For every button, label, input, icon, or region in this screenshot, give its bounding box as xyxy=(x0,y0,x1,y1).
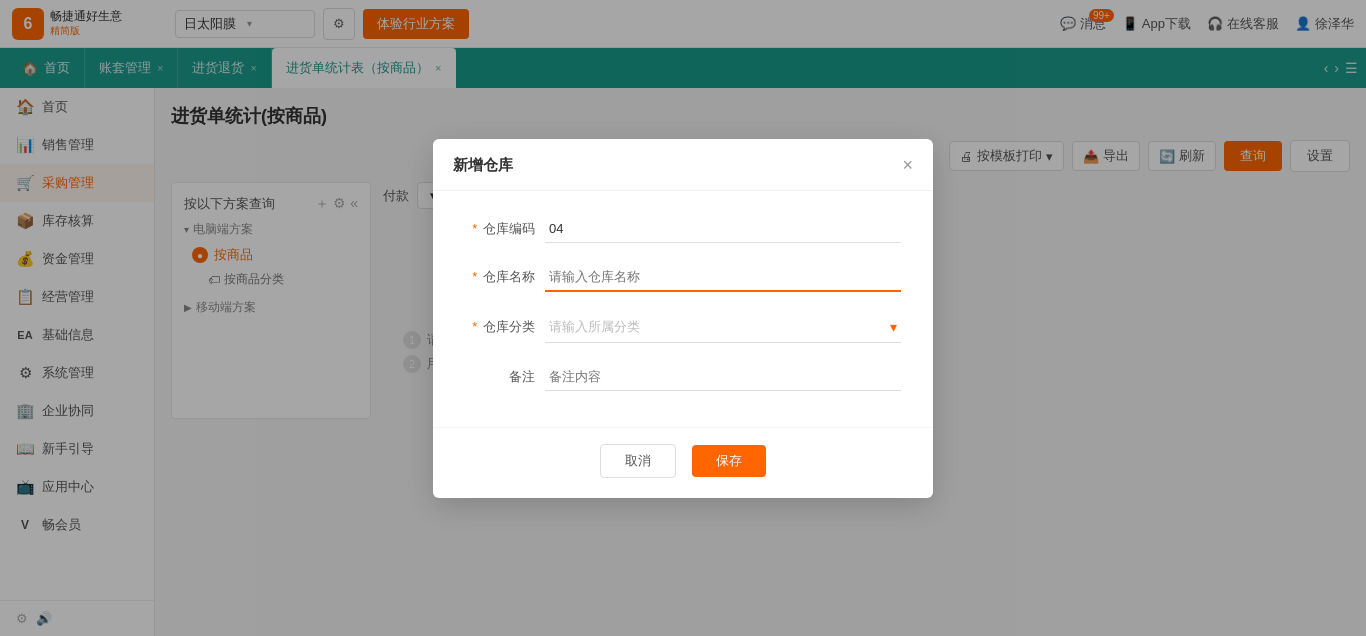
form-row-category: * 仓库分类 请输入所属分类 ▾ xyxy=(465,312,901,343)
dialog-close-icon[interactable]: × xyxy=(902,155,913,176)
category-arrow-icon: ▾ xyxy=(890,319,897,335)
form-row-code: * 仓库编码 xyxy=(465,215,901,243)
dialog-overlay: 新增仓库 × * 仓库编码 * 仓库名称 * xyxy=(0,0,1366,636)
form-row-remark: 备注 xyxy=(465,363,901,391)
dialog-body: * 仓库编码 * 仓库名称 * 仓库分类 请输入所属分类 xyxy=(433,191,933,427)
category-placeholder: 请输入所属分类 xyxy=(549,318,640,336)
remark-label: 备注 xyxy=(465,368,545,386)
form-row-name: * 仓库名称 xyxy=(465,263,901,292)
name-input[interactable] xyxy=(545,263,901,292)
remark-input[interactable] xyxy=(545,363,901,391)
name-required-star: * xyxy=(472,269,477,284)
category-select[interactable]: 请输入所属分类 ▾ xyxy=(545,312,901,343)
save-button[interactable]: 保存 xyxy=(692,445,766,477)
dialog-header: 新增仓库 × xyxy=(433,139,933,191)
new-warehouse-dialog: 新增仓库 × * 仓库编码 * 仓库名称 * xyxy=(433,139,933,498)
category-required-star: * xyxy=(472,319,477,334)
dialog-title: 新增仓库 xyxy=(453,156,513,175)
cancel-button[interactable]: 取消 xyxy=(600,444,676,478)
category-label: * 仓库分类 xyxy=(465,318,545,336)
dialog-footer: 取消 保存 xyxy=(433,427,933,498)
code-required-star: * xyxy=(472,221,477,236)
code-label: * 仓库编码 xyxy=(465,220,545,238)
code-input[interactable] xyxy=(545,215,901,243)
name-label: * 仓库名称 xyxy=(465,268,545,286)
